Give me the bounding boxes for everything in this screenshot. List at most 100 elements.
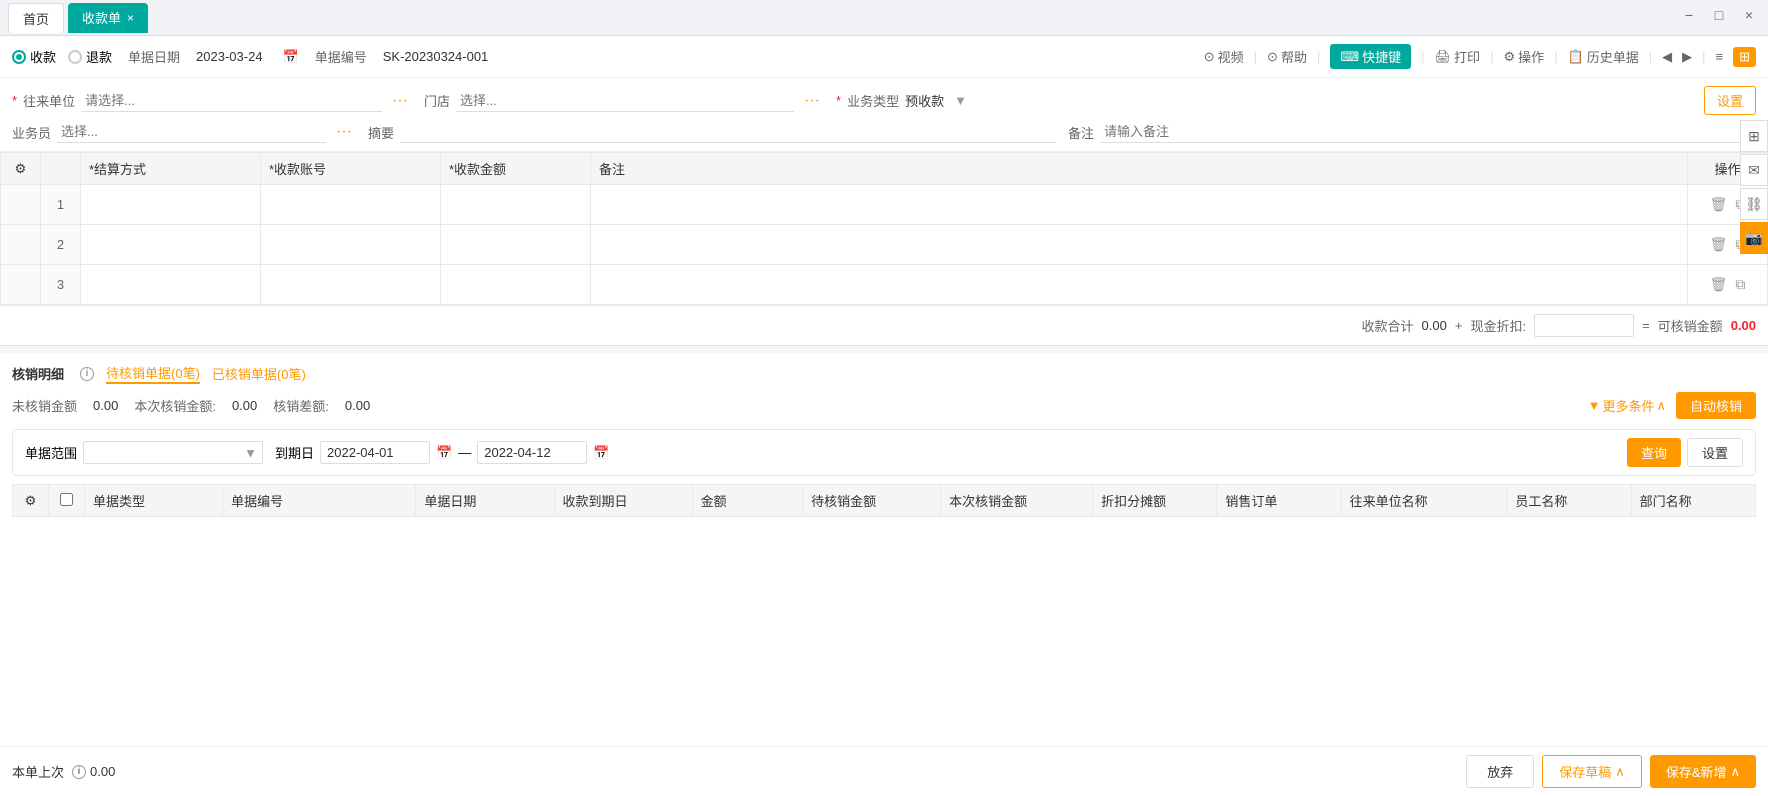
row-settings-1 bbox=[1, 185, 41, 225]
verify-title-text: 核销明细 bbox=[12, 364, 64, 383]
remark-input[interactable] bbox=[1100, 121, 1756, 143]
col-settings-header[interactable]: ⚙ bbox=[1, 153, 41, 185]
row-amount-1[interactable] bbox=[441, 185, 591, 225]
refund-radio[interactable]: 退款 bbox=[68, 47, 112, 66]
receipt-radio[interactable]: 收款 bbox=[12, 47, 56, 66]
toolbar: 收款 退款 单据日期 2023-03-24 📅 单据编号 SK-20230324… bbox=[0, 36, 1768, 78]
query-button[interactable]: 查询 bbox=[1627, 438, 1681, 467]
table-header-row: ⚙ *结算方式 *收款账号 *收款金额 备注 操作 bbox=[1, 153, 1768, 185]
due-end-calendar-icon[interactable]: 📅 bbox=[593, 445, 609, 461]
remark-field: 备注 bbox=[1068, 121, 1756, 143]
print-link[interactable]: 🖨 打印 bbox=[1435, 47, 1481, 66]
lower-table-header-row: ⚙ 单据类型 单据编号 单据日期 收款到期日 金额 待核销金额 本次核销金额 折… bbox=[13, 485, 1756, 517]
bottom-info-icon[interactable]: i bbox=[72, 765, 86, 779]
sep1: | bbox=[1254, 49, 1257, 64]
biz-required: * bbox=[836, 93, 841, 108]
action-icons-3: 🗑 ⧉ bbox=[1696, 276, 1759, 293]
partner-input[interactable] bbox=[81, 90, 382, 112]
close-button[interactable]: × bbox=[1738, 4, 1760, 26]
select-all-checkbox[interactable] bbox=[60, 493, 73, 506]
shop-input[interactable] bbox=[456, 90, 794, 112]
shortcut-button[interactable]: ⌨ 快捷键 bbox=[1330, 44, 1411, 69]
lower-table: ⚙ 单据类型 单据编号 单据日期 收款到期日 金额 待核销金额 本次核销金额 折… bbox=[12, 484, 1756, 517]
number-label: 单据编号 bbox=[315, 47, 367, 66]
settings-button[interactable]: 设置 bbox=[1704, 86, 1756, 115]
receipt-radio-dot bbox=[12, 50, 26, 64]
staff-more-icon[interactable]: ··· bbox=[332, 123, 356, 141]
tab-receipt[interactable]: 收款单 × bbox=[68, 3, 148, 33]
help-link[interactable]: ⊙ 帮助 bbox=[1267, 47, 1307, 66]
row-account-3[interactable] bbox=[261, 265, 441, 305]
shortcut-label: 快捷键 bbox=[1362, 47, 1401, 66]
maximize-button[interactable]: □ bbox=[1708, 4, 1730, 26]
save-draft-button[interactable]: 保存草稿 ∧ bbox=[1542, 755, 1642, 788]
row-amount-2[interactable] bbox=[441, 225, 591, 265]
row-settlement-3[interactable] bbox=[81, 265, 261, 305]
discard-button[interactable]: 放弃 bbox=[1466, 755, 1534, 788]
tab-home[interactable]: 首页 bbox=[8, 3, 64, 33]
shop-label: 门店 bbox=[424, 91, 450, 110]
grid-view[interactable]: ⊞ bbox=[1733, 47, 1756, 67]
row-settlement-1[interactable] bbox=[81, 185, 261, 225]
delete-icon-1[interactable]: 🗑 bbox=[1710, 196, 1728, 213]
row-amount-3[interactable] bbox=[441, 265, 591, 305]
history-icon: 📋 bbox=[1568, 49, 1584, 65]
save-new-arrow: ∧ bbox=[1730, 764, 1740, 780]
row-remark-3[interactable] bbox=[591, 265, 1688, 305]
delete-icon-2[interactable]: 🗑 bbox=[1710, 236, 1728, 253]
verify-tab-done[interactable]: 已核销单据(0笔) bbox=[212, 364, 306, 383]
right-panel-photo-btn[interactable]: 📷 bbox=[1740, 222, 1768, 254]
lower-col-settings[interactable]: ⚙ bbox=[13, 485, 49, 517]
right-panel-mail-btn[interactable]: ✉ bbox=[1740, 154, 1768, 186]
verify-title: 核销明细 i 待核销单据(0笔) 已核销单据(0笔) bbox=[12, 363, 1756, 384]
biz-type-label: 业务类型 bbox=[847, 91, 899, 110]
lower-col-doctype: 单据类型 bbox=[85, 485, 223, 517]
more-conditions-link[interactable]: ▼ 更多条件 ∧ bbox=[1588, 396, 1666, 415]
row-remark-1[interactable] bbox=[591, 185, 1688, 225]
copy-icon-3[interactable]: ⧉ bbox=[1735, 276, 1745, 293]
filter-settings-button[interactable]: 设置 bbox=[1687, 438, 1743, 467]
summary-input[interactable] bbox=[400, 121, 1056, 143]
receipt-type-group: 收款 退款 bbox=[12, 47, 112, 66]
delete-icon-3[interactable]: 🗑 bbox=[1710, 276, 1728, 293]
sep6: | bbox=[1649, 49, 1652, 64]
shop-more-icon[interactable]: ··· bbox=[800, 92, 824, 110]
date-range-field: 到期日 📅 — 📅 bbox=[275, 441, 609, 464]
verify-section: 核销明细 i 待核销单据(0笔) 已核销单据(0笔) 未核销金额 0.00 本次… bbox=[0, 353, 1768, 527]
video-link[interactable]: ⊙ 视频 bbox=[1204, 47, 1244, 66]
partner-more-icon[interactable]: ··· bbox=[388, 92, 412, 110]
operation-label: 操作 bbox=[1518, 47, 1544, 66]
form-section: * 往来单位 ··· 门店 ··· * 业务类型 预收款 ▼ 设置 bbox=[0, 78, 1768, 152]
verify-tab-pending[interactable]: 待核销单据(0笔) bbox=[106, 363, 200, 384]
partner-label: 往来单位 bbox=[23, 91, 75, 110]
operation-link[interactable]: ⚙ 操作 bbox=[1503, 47, 1544, 66]
diff-value: 0.00 bbox=[345, 398, 370, 413]
discount-input[interactable] bbox=[1534, 314, 1634, 337]
row-settlement-2[interactable] bbox=[81, 225, 261, 265]
list-view[interactable]: ≡ bbox=[1716, 49, 1724, 64]
bottom-info: 本单上次 i 0.00 bbox=[12, 762, 115, 781]
minimize-button[interactable]: − bbox=[1678, 4, 1700, 26]
due-end-input[interactable] bbox=[477, 441, 587, 464]
tab-close-icon[interactable]: × bbox=[127, 11, 134, 25]
nav-next[interactable]: ▶ bbox=[1682, 49, 1692, 65]
row-account-2[interactable] bbox=[261, 225, 441, 265]
row-account-1[interactable] bbox=[261, 185, 441, 225]
nav-prev[interactable]: ◀ bbox=[1662, 49, 1672, 65]
due-start-calendar-icon[interactable]: 📅 bbox=[436, 445, 452, 461]
history-label: 历史单据 bbox=[1587, 47, 1639, 66]
scope-input[interactable] bbox=[83, 441, 263, 464]
staff-input[interactable] bbox=[57, 121, 326, 143]
date-calendar-icon[interactable]: 📅 bbox=[283, 49, 299, 65]
biz-type-arrow[interactable]: ▼ bbox=[954, 93, 967, 108]
verify-info-icon[interactable]: i bbox=[80, 367, 94, 381]
diff-label: 核销差额: bbox=[273, 396, 329, 415]
save-new-button[interactable]: 保存&新增 ∧ bbox=[1650, 755, 1756, 788]
save-new-label: 保存&新增 bbox=[1666, 762, 1727, 781]
history-link[interactable]: 📋 历史单据 bbox=[1568, 47, 1639, 66]
right-panel-table-btn[interactable]: ⊞ bbox=[1740, 120, 1768, 152]
right-panel-link-btn[interactable]: ⛓ bbox=[1740, 188, 1768, 220]
auto-verify-button[interactable]: 自动核销 bbox=[1676, 392, 1756, 419]
row-remark-2[interactable] bbox=[591, 225, 1688, 265]
due-start-input[interactable] bbox=[320, 441, 430, 464]
